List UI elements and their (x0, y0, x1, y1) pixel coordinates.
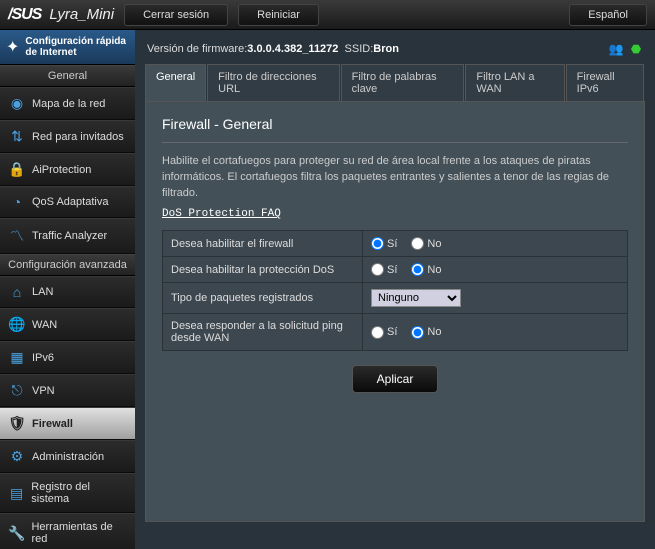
gauge-icon: ◔ (8, 194, 26, 210)
brand-logo: /SUS (8, 6, 41, 24)
sidebar: ✦ Configuración rápida de Internet Gener… (0, 30, 135, 549)
language-button[interactable]: Español (569, 4, 647, 26)
section-advanced: Configuración avanzada (0, 254, 135, 276)
tab-keyword-filter[interactable]: Filtro de palabras clave (341, 64, 465, 101)
logout-button[interactable]: Cerrar sesión (124, 4, 228, 26)
tab-ipv6-fw[interactable]: Firewall IPv6 (566, 64, 644, 101)
sidebar-item-traffic[interactable]: 〽Traffic Analyzer (0, 218, 135, 254)
vpn-icon: ⎋ (8, 382, 26, 399)
row-enable-dos-label: Desea habilitar la protección DoS (163, 257, 363, 283)
sidebar-item-wan[interactable]: 🌐WAN (0, 308, 135, 341)
sidebar-item-tools[interactable]: 🔧Herramientas de red (0, 513, 135, 549)
tab-general[interactable]: General (145, 64, 206, 101)
lock-icon: 🔒 (8, 161, 26, 178)
row-packet-type-label: Tipo de paquetes registrados (163, 283, 363, 314)
main-panel: Versión de firmware: 3.0.0.4.382_11272 S… (135, 30, 655, 549)
settings-table: Desea habilitar el firewall Sí No Desea … (162, 230, 628, 351)
apply-button[interactable]: Aplicar (352, 365, 439, 393)
globe-icon: 🌐 (8, 316, 26, 333)
firmware-version: 3.0.0.4.382_11272 (247, 43, 338, 55)
sidebar-item-admin[interactable]: ⚙Administración (0, 440, 135, 473)
chart-icon: 〽 (8, 226, 26, 246)
wand-icon: ✦ (6, 37, 19, 57)
log-icon: ▤ (8, 485, 25, 502)
enable-dos-radio[interactable]: Sí No (371, 263, 619, 276)
top-bar: /SUS Lyra_Mini Cerrar sesión Reiniciar E… (0, 0, 655, 30)
clients-icon[interactable]: 👥 (609, 42, 623, 56)
tab-lan-wan[interactable]: Filtro LAN a WAN (465, 64, 564, 101)
sidebar-item-guest-network[interactable]: ⇅Red para invitados (0, 120, 135, 153)
shield-icon: 🛡 (8, 415, 26, 432)
sidebar-item-network-map[interactable]: ◉Mapa de la red (0, 87, 135, 120)
admin-icon: ⚙ (8, 448, 26, 465)
page-title: Firewall - General (162, 116, 628, 143)
tools-icon: 🔧 (8, 525, 25, 542)
dos-faq-link[interactable]: DoS Protection FAQ (162, 208, 281, 220)
sidebar-item-vpn[interactable]: ⎋VPN (0, 374, 135, 407)
guest-icon: ⇅ (8, 128, 26, 145)
quick-setup-button[interactable]: ✦ Configuración rápida de Internet (0, 30, 135, 65)
ssid-value: Bron (373, 43, 399, 55)
sidebar-item-firewall[interactable]: 🛡Firewall (0, 407, 135, 440)
row-ping-wan-label: Desea responder a la solicitud ping desd… (163, 314, 363, 351)
row-enable-firewall-label: Desea habilitar el firewall (163, 231, 363, 257)
enable-firewall-radio[interactable]: Sí No (371, 237, 619, 250)
sidebar-item-syslog[interactable]: ▤Registro del sistema (0, 473, 135, 513)
sidebar-item-aiprotection[interactable]: 🔒AiProtection (0, 153, 135, 186)
status-icon[interactable]: ⬣ (629, 42, 643, 56)
network-icon: ◉ (8, 95, 26, 112)
ipv6-icon: ▦ (8, 349, 26, 366)
sidebar-item-ipv6[interactable]: ▦IPv6 (0, 341, 135, 374)
model-name: Lyra_Mini (49, 6, 114, 23)
content-panel: Firewall - General Habilite el cortafueg… (145, 102, 645, 522)
packet-type-select[interactable]: Ninguno (371, 289, 461, 307)
section-general: General (0, 65, 135, 87)
tab-bar: General Filtro de direcciones URL Filtro… (145, 64, 645, 102)
ping-wan-radio[interactable]: Sí No (371, 326, 619, 339)
home-icon: ⌂ (8, 284, 26, 300)
sidebar-item-qos[interactable]: ◔QoS Adaptativa (0, 186, 135, 218)
page-description: Habilite el cortafuegos para proteger su… (162, 153, 628, 201)
tab-url-filter[interactable]: Filtro de direcciones URL (207, 64, 339, 101)
firmware-line: Versión de firmware: 3.0.0.4.382_11272 S… (145, 38, 645, 60)
sidebar-item-lan[interactable]: ⌂LAN (0, 276, 135, 308)
reboot-button[interactable]: Reiniciar (238, 4, 319, 26)
